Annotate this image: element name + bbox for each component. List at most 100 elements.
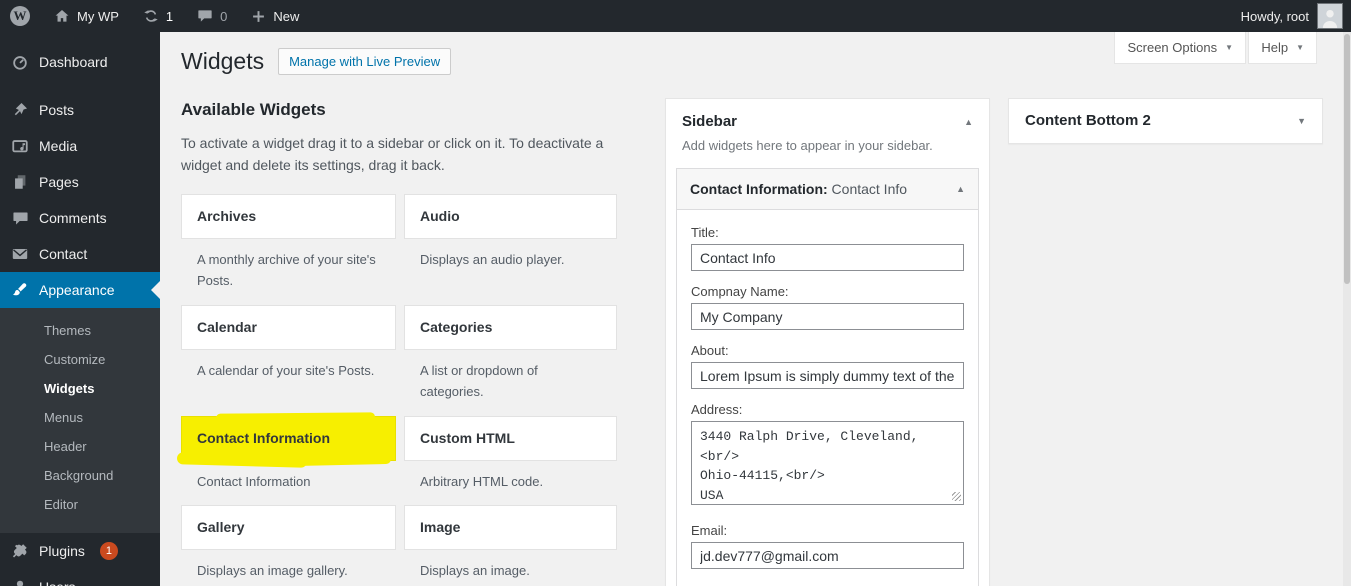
widget-description: Displays an image.	[420, 563, 530, 579]
help-label: Help	[1261, 40, 1289, 55]
screen-options-tab[interactable]: Screen Options ▼	[1114, 32, 1246, 64]
about-field-label: About:	[691, 343, 729, 358]
widget-header[interactable]: Contact Information: Contact Info ▲	[677, 169, 978, 210]
chevron-down-icon: ▼	[1225, 43, 1233, 52]
pushpin-icon	[10, 100, 30, 120]
resize-handle[interactable]	[952, 492, 961, 501]
sidebar-item-appearance[interactable]: Appearance	[0, 272, 160, 308]
sidebar-item-label: Pages	[39, 174, 79, 190]
sidebar-subitem-themes[interactable]: Themes	[0, 316, 160, 345]
paintbrush-icon	[10, 280, 30, 300]
sidebar-item-plugins[interactable]: Plugins 1	[0, 533, 160, 569]
media-icon	[10, 136, 30, 156]
page-title: Widgets	[181, 48, 265, 74]
sidebar-item-label: Plugins	[39, 543, 85, 559]
page-scrollbar[interactable]	[1343, 32, 1351, 586]
plugins-update-badge: 1	[99, 542, 118, 560]
widget-description: Arbitrary HTML code.	[420, 473, 544, 489]
sidebar-subitem-editor[interactable]: Editor	[0, 490, 160, 519]
howdy-label: Howdy, root	[1240, 8, 1309, 24]
sidebar-subitem-widgets[interactable]: Widgets	[0, 374, 160, 403]
screen-options-label: Screen Options	[1127, 40, 1218, 55]
sidebar-subitem-menus[interactable]: Menus	[0, 403, 160, 432]
avatar	[1317, 3, 1343, 29]
wp-logo-menu[interactable]: W	[0, 0, 42, 32]
help-tab[interactable]: Help ▼	[1248, 32, 1317, 64]
admin-bar: W My WP 1 0 New Howdy, root	[0, 0, 1351, 32]
widget-subtitle: Contact Info	[831, 181, 908, 197]
email-field[interactable]	[691, 542, 964, 569]
available-widget-gallery[interactable]: Gallery	[181, 505, 396, 551]
sidebar-subitem-background[interactable]: Background	[0, 461, 160, 490]
plus-icon	[251, 9, 266, 24]
sidebar-panel-title: Sidebar	[682, 113, 738, 130]
address-field-label: Address:	[691, 402, 743, 417]
sidebar-item-label: Comments	[39, 210, 107, 226]
sidebar-item-comments[interactable]: Comments	[0, 200, 160, 236]
envelope-icon	[10, 244, 30, 264]
admin-sidebar-menu: Dashboard Posts Media Pages Comments Con…	[0, 32, 160, 586]
company-name-field-label: Compnay Name:	[691, 284, 789, 299]
available-widget-image[interactable]: Image	[404, 505, 617, 551]
comment-bubble-icon	[10, 208, 30, 228]
sidebar-item-users[interactable]: Users	[0, 569, 160, 586]
contact-information-widget: Contact Information: Contact Info ▲ Titl…	[676, 168, 979, 586]
collapse-down-icon[interactable]: ▼	[1297, 116, 1306, 126]
title-field-label: Title:	[691, 225, 719, 240]
sidebar-item-label: Appearance	[39, 282, 115, 298]
available-widget-contact-information[interactable]: Contact Information	[181, 415, 396, 466]
widget-description: A calendar of your site's Posts.	[197, 362, 375, 378]
available-widget-calendar[interactable]: Calendar	[181, 304, 396, 350]
main-content: Screen Options ▼ Help ▼ Widgets Manage w…	[160, 32, 1351, 586]
widget-description: A monthly archive of your site's Posts.	[197, 252, 376, 289]
sidebar-item-contact[interactable]: Contact	[0, 236, 160, 272]
about-field[interactable]	[691, 362, 964, 389]
pages-icon	[10, 172, 30, 192]
title-field[interactable]	[691, 244, 964, 271]
widget-card-label: Contact Information	[197, 429, 330, 446]
widget-description: Contact Information	[197, 473, 311, 489]
comments-link[interactable]: 0	[185, 0, 239, 32]
appearance-submenu: Themes Customize Widgets Menus Header Ba…	[0, 308, 160, 533]
company-name-field[interactable]	[691, 303, 964, 330]
home-icon	[54, 8, 70, 24]
dashboard-icon	[10, 52, 30, 72]
manage-live-preview-button[interactable]: Manage with Live Preview	[278, 48, 452, 75]
chevron-down-icon: ▼	[1296, 43, 1304, 52]
comment-bubble-icon	[197, 8, 213, 24]
plug-icon	[10, 541, 30, 561]
highlight-marker	[290, 453, 392, 466]
sidebar-subitem-header[interactable]: Header	[0, 432, 160, 461]
available-widget-custom-html[interactable]: Custom HTML	[404, 415, 617, 461]
available-widget-audio[interactable]: Audio	[404, 194, 617, 240]
account-menu[interactable]: Howdy, root	[1241, 3, 1351, 29]
new-content-link[interactable]: New	[239, 0, 311, 32]
content-bottom-2-title: Content Bottom 2	[1025, 112, 1151, 129]
content-bottom-2-panel: Content Bottom 2 ▼	[1008, 98, 1323, 144]
wordpress-logo-icon: W	[10, 6, 30, 26]
collapse-up-icon[interactable]: ▲	[964, 117, 973, 127]
sidebar-item-label: Contact	[39, 246, 88, 262]
email-field-label: Email:	[691, 523, 728, 538]
new-label: New	[273, 8, 300, 24]
user-icon	[10, 577, 30, 586]
available-widget-categories[interactable]: Categories	[404, 304, 617, 350]
site-name-link[interactable]: My WP	[42, 0, 131, 32]
address-field[interactable]: 3440 Ralph Drive, Cleveland,<br/> Ohio-4…	[691, 421, 964, 505]
collapse-up-icon[interactable]: ▲	[956, 184, 965, 194]
sidebar-widget-area-panel: Sidebar ▲ Add widgets here to appear in …	[665, 98, 990, 586]
sidebar-item-posts[interactable]: Posts	[0, 92, 160, 128]
available-widgets-title: Available Widgets	[181, 100, 326, 119]
available-widget-archives[interactable]: Archives	[181, 194, 396, 240]
sidebar-item-dashboard[interactable]: Dashboard	[0, 44, 160, 80]
sidebar-subitem-customize[interactable]: Customize	[0, 345, 160, 374]
sidebar-item-pages[interactable]: Pages	[0, 164, 160, 200]
available-widgets-description: To activate a widget drag it to a sideba…	[181, 135, 604, 173]
updates-link[interactable]: 1	[131, 0, 185, 32]
active-menu-arrow	[151, 281, 160, 299]
wordpress-widgets-page: W My WP 1 0 New Howdy, root Dashboard Po…	[0, 0, 1351, 586]
widget-title: Contact Information:	[690, 181, 828, 197]
sidebar-item-media[interactable]: Media	[0, 128, 160, 164]
widget-description: A list or dropdown of categories.	[420, 362, 538, 399]
scrollbar-thumb[interactable]	[1344, 34, 1350, 284]
